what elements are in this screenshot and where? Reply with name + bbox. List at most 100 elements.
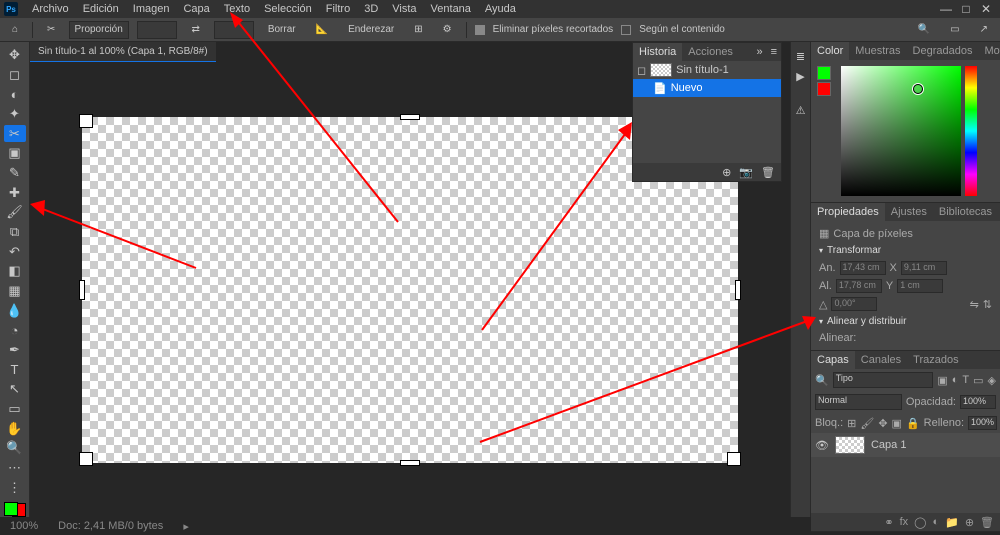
maximize-button[interactable]: □ xyxy=(960,3,972,15)
shape-tool[interactable]: ▭ xyxy=(4,400,26,418)
layer-thumb[interactable] xyxy=(835,436,865,454)
straighten-button[interactable]: Enderezar xyxy=(342,21,400,39)
crop-handle-bl[interactable] xyxy=(79,452,93,466)
flip-h-icon[interactable]: ⇋ xyxy=(970,298,979,311)
minimize-button[interactable]: — xyxy=(940,3,952,15)
menu-vista[interactable]: Vista xyxy=(386,1,422,17)
dodge-tool[interactable]: ◔ xyxy=(4,321,26,339)
foreground-color[interactable] xyxy=(4,502,18,516)
width-input[interactable]: 17,43 cm xyxy=(840,261,886,275)
crop-tool[interactable]: ✂ xyxy=(4,125,26,143)
adjustment-icon[interactable]: ◐ xyxy=(932,516,939,528)
color-field[interactable] xyxy=(841,66,961,196)
height-input[interactable]: 17,78 cm xyxy=(836,279,882,293)
more-tools[interactable]: ⋯ xyxy=(4,459,26,477)
menu-3d[interactable]: 3D xyxy=(358,1,384,17)
crop-handle-t[interactable] xyxy=(400,114,420,120)
delete-layer-icon[interactable]: 🗑 xyxy=(980,516,994,529)
mini-history-icon[interactable]: ≣ xyxy=(793,48,809,64)
eraser-tool[interactable]: ◧ xyxy=(4,262,26,280)
history-step[interactable]: 📄 Nuevo xyxy=(633,79,781,97)
doc-info-arrow[interactable]: ▸ xyxy=(183,520,189,533)
tab-gradients[interactable]: Degradados xyxy=(907,42,979,60)
mini-warning-icon[interactable]: ⚠ xyxy=(793,102,809,118)
history-source[interactable]: ◻ Sin título-1 xyxy=(633,61,781,79)
x-input[interactable]: 9,11 cm xyxy=(901,261,947,275)
flip-v-icon[interactable]: ⇅ xyxy=(983,298,992,311)
blend-mode-select[interactable]: Normal xyxy=(815,394,902,410)
tab-actions[interactable]: Acciones xyxy=(682,43,739,61)
tab-swatches[interactable]: Muestras xyxy=(849,42,906,60)
panel-menu-icon[interactable]: ≡ xyxy=(767,46,781,58)
menu-seleccion[interactable]: Selección xyxy=(258,1,318,17)
fx-icon[interactable]: fx xyxy=(900,516,909,528)
eyedropper-tool[interactable]: ✎ xyxy=(4,164,26,182)
filter-text-icon[interactable]: T xyxy=(962,374,969,386)
menu-filtro[interactable]: Filtro xyxy=(320,1,356,17)
layer-name[interactable]: Capa 1 xyxy=(871,439,906,451)
document-tab[interactable]: Sin título-1 al 100% (Capa 1, RGB/8#) xyxy=(30,42,216,62)
align-section[interactable]: Alinear y distribuir xyxy=(815,313,996,330)
tab-paths[interactable]: Trazados xyxy=(907,351,964,369)
tab-patterns[interactable]: Motivos xyxy=(978,42,1000,60)
stamp-tool[interactable]: ⧉ xyxy=(4,223,26,241)
menu-ventana[interactable]: Ventana xyxy=(425,1,477,17)
lock-all-icon[interactable]: 🔒 xyxy=(906,417,920,430)
heal-tool[interactable]: ✚ xyxy=(4,184,26,202)
wand-tool[interactable]: ✦ xyxy=(4,105,26,123)
menu-ayuda[interactable]: Ayuda xyxy=(479,1,522,17)
home-icon[interactable]: ⌂ xyxy=(6,21,24,39)
ratio-w-input[interactable] xyxy=(137,21,177,39)
opacity-input[interactable]: 100% xyxy=(960,395,996,409)
mini-actions-icon[interactable]: ▶ xyxy=(793,68,809,84)
menu-capa[interactable]: Capa xyxy=(177,1,215,17)
tab-channels[interactable]: Canales xyxy=(855,351,907,369)
blur-tool[interactable]: 💧 xyxy=(4,302,26,320)
ratio-h-input[interactable] xyxy=(214,21,254,39)
grid-icon[interactable]: ⊞ xyxy=(408,21,428,39)
content-aware-checkbox[interactable] xyxy=(621,25,631,35)
transform-section[interactable]: Transformar xyxy=(815,242,996,259)
filter-smart-icon[interactable]: ◈ xyxy=(988,374,996,387)
lasso-tool[interactable]: ◐ xyxy=(4,85,26,103)
crop-handle-b[interactable] xyxy=(400,460,420,466)
lock-position-icon[interactable]: ✥ xyxy=(878,417,887,430)
lock-artboard-icon[interactable]: ▣ xyxy=(892,417,902,430)
y-input[interactable]: 1 cm xyxy=(897,279,943,293)
hand-tool[interactable]: ✋ xyxy=(4,420,26,438)
tab-color[interactable]: Color xyxy=(811,42,849,60)
workspace-icon[interactable]: ▭ xyxy=(944,21,965,39)
close-button[interactable]: ✕ xyxy=(980,3,992,15)
new-layer-icon[interactable]: ⊕ xyxy=(965,516,974,529)
lock-transparency-icon[interactable]: ⊞ xyxy=(847,417,856,430)
color-fg-swatch[interactable] xyxy=(817,66,831,80)
layer-row[interactable]: 👁 Capa 1 xyxy=(811,433,1000,457)
filter-type-select[interactable]: Tipo xyxy=(833,372,934,388)
share-icon[interactable]: ↗ xyxy=(974,21,994,39)
menu-imagen[interactable]: Imagen xyxy=(127,1,176,17)
group-icon[interactable]: 📁 xyxy=(945,516,959,529)
tab-adjustments[interactable]: Ajustes xyxy=(885,203,933,221)
zoom-level[interactable]: 100% xyxy=(10,520,38,532)
filter-image-icon[interactable]: ▣ xyxy=(937,374,947,387)
marquee-tool[interactable]: ◻ xyxy=(4,66,26,84)
tab-history[interactable]: Historia xyxy=(633,43,682,61)
tab-properties[interactable]: Propiedades xyxy=(811,203,885,221)
move-tool[interactable]: ✥ xyxy=(4,46,26,64)
gradient-tool[interactable]: ▦ xyxy=(4,282,26,300)
link-layers-icon[interactable]: ⚭ xyxy=(884,516,893,529)
doc-info[interactable]: Doc: 2,41 MB/0 bytes xyxy=(58,520,163,532)
frame-tool[interactable]: ▣ xyxy=(4,144,26,162)
collapse-icon[interactable]: » xyxy=(752,46,766,58)
gear-icon[interactable]: ⚙ xyxy=(437,21,458,39)
history-brush-tool[interactable]: ↶ xyxy=(4,243,26,261)
angle-input[interactable]: 0,00° xyxy=(831,297,877,311)
fill-input[interactable]: 100% xyxy=(968,416,997,430)
color-swatch[interactable] xyxy=(4,502,26,516)
tab-libraries[interactable]: Bibliotecas xyxy=(933,203,998,221)
ratio-dropdown[interactable]: Proporción xyxy=(69,21,129,39)
history-brush-source-icon[interactable]: ◻ xyxy=(637,64,646,77)
snapshot-icon[interactable]: 📷 xyxy=(739,166,753,179)
tab-layers[interactable]: Capas xyxy=(811,351,855,369)
filter-icon[interactable]: 🔍 xyxy=(815,374,829,387)
